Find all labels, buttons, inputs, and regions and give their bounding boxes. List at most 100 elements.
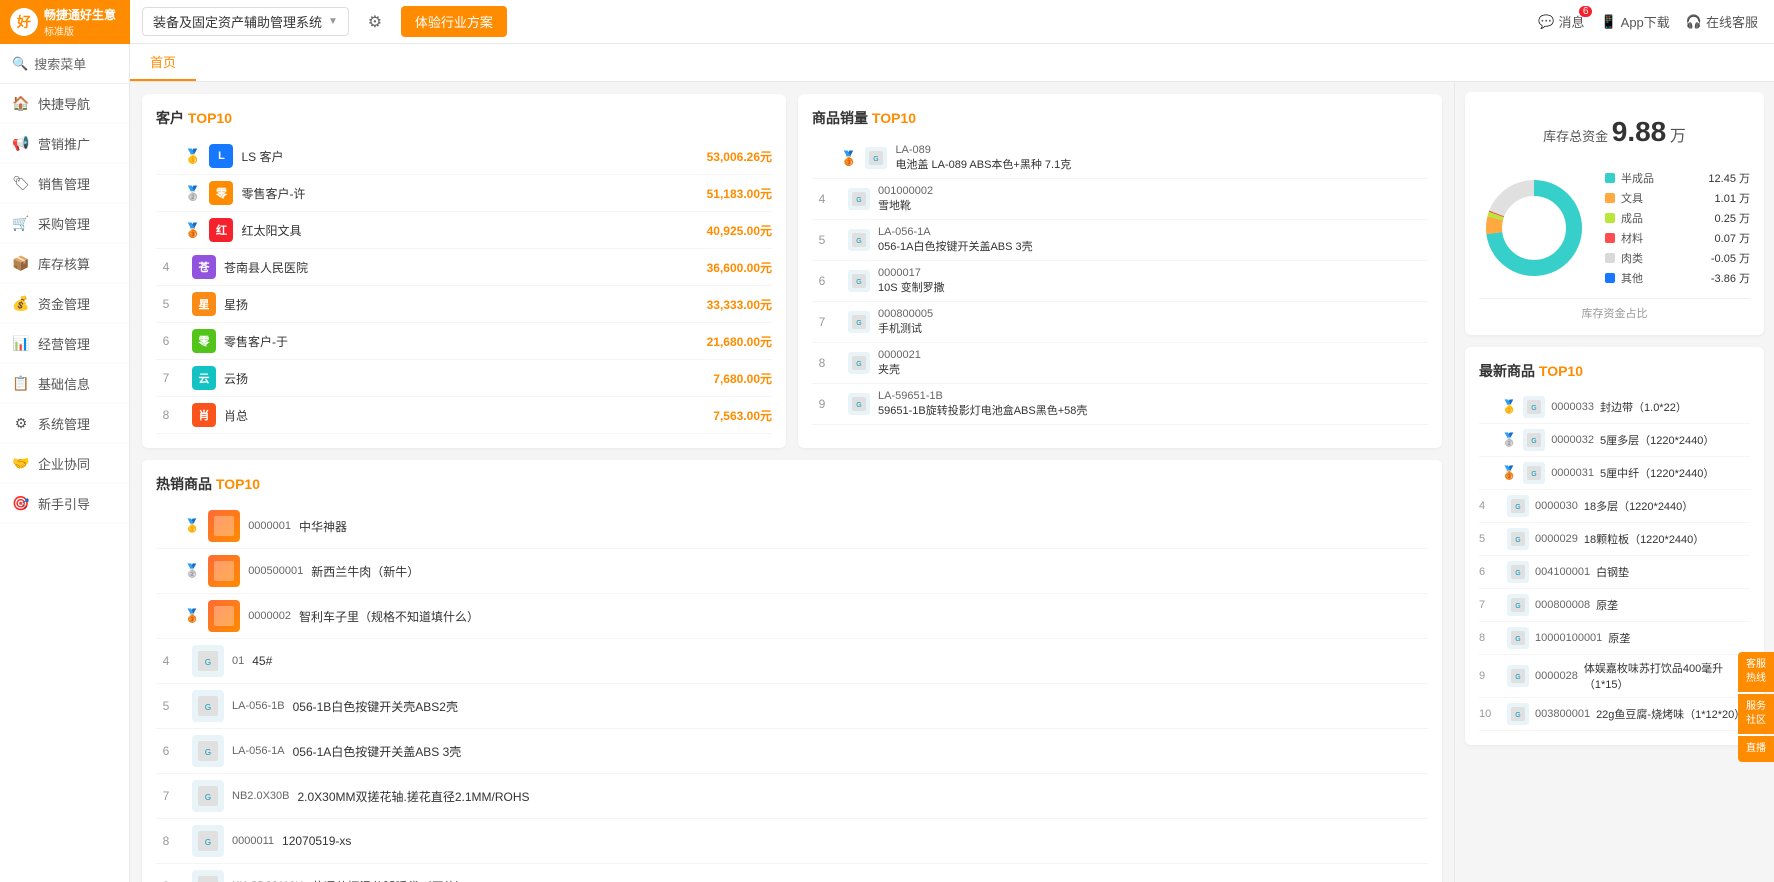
- sidebar-item-home[interactable]: 🏠 快捷导航: [0, 84, 129, 124]
- legend-item: 其他 -3.86 万: [1605, 268, 1750, 288]
- latest-products-title: 最新商品 TOP10: [1479, 361, 1583, 381]
- message-badge: 6: [1579, 6, 1593, 17]
- logo-area: 好 畅捷通好生意 标准版: [0, 0, 130, 44]
- rank-name: 苍南县人民医院: [224, 259, 699, 276]
- donut-chart-container: 半成品 12.45 万 文具 1.01 万 成品 0.25 万 材料 0.07 …: [1479, 158, 1750, 298]
- product-name: 18多层（1220*2440）: [1584, 498, 1750, 514]
- product-quantity-list: 🥉 G LA-089 电池盖 LA-089 ABS本色+黑种 7.1克 4 G …: [812, 138, 1428, 425]
- system-icon: ⚙: [12, 415, 30, 432]
- inventory-icon: 📦: [12, 255, 30, 272]
- settings-button[interactable]: ⚙: [361, 8, 389, 36]
- latest-product-row: 4 G 0000030 18多层（1220*2440）: [1479, 490, 1750, 523]
- product-img: G: [848, 188, 870, 210]
- rank-avatar: 云: [192, 366, 216, 390]
- sidebar-item-collab[interactable]: 🤝 企业协同: [0, 444, 129, 484]
- product-code: 0000032: [1551, 434, 1594, 446]
- sidebar-item-finance[interactable]: 💰 资金管理: [0, 284, 129, 324]
- product-name: 中华神器: [299, 518, 1428, 535]
- rank-number: 7: [156, 371, 176, 385]
- svg-text:G: G: [1531, 438, 1536, 445]
- chevron-down-icon: ▼: [328, 16, 338, 27]
- sidebar-item-operations[interactable]: 📊 经营管理: [0, 324, 129, 364]
- logo-icon: 好: [10, 8, 38, 36]
- sidebar-item-marketing[interactable]: 📢 营销推广: [0, 124, 129, 164]
- product-name: 056-1B白色按键开关壳ABS2壳: [293, 698, 1428, 715]
- hot-product-row: 4 G 01 45#: [156, 639, 1428, 684]
- finance-icon: 💰: [12, 295, 30, 312]
- rank-number: 4: [156, 260, 176, 274]
- system-selector[interactable]: 装备及固定资产辅助管理系统 ▼: [142, 7, 349, 36]
- svg-text:G: G: [1515, 504, 1520, 511]
- hot-product-row: 6 G LA-056-1A 056-1A白色按键开关盖ABS 3壳: [156, 729, 1428, 774]
- sidebar-search[interactable]: 🔍 搜索菜单: [0, 44, 129, 84]
- rank-row: 5 星 星扬 33,333.00元: [156, 286, 772, 323]
- sidebar: 🔍 搜索菜单 🏠 快捷导航 📢 营销推广 🏷 销售管理 🛒 采购管理 📦 库存核…: [0, 44, 130, 882]
- rank-value: 7,563.00元: [713, 407, 772, 424]
- svg-text:G: G: [205, 658, 211, 667]
- rank-avatar: 零: [209, 181, 233, 205]
- product-img: G: [848, 270, 870, 292]
- product-code: 0000001: [248, 520, 291, 532]
- product-code: 0000028: [1535, 670, 1578, 682]
- cs-live-button[interactable]: 直播: [1738, 736, 1774, 762]
- product-code: 0000017: [878, 267, 1428, 279]
- rank-medal: 🥈: [184, 563, 200, 579]
- product-img: G: [1523, 462, 1545, 484]
- rank-number: 8: [812, 356, 832, 370]
- sidebar-item-guide[interactable]: 🎯 新手引导: [0, 484, 129, 524]
- rank-number: 9: [1479, 670, 1495, 682]
- rank-number: 10: [1479, 708, 1495, 720]
- svg-text:G: G: [1515, 537, 1520, 544]
- rank-medal: 🥈: [1501, 432, 1517, 448]
- customer-rank-list: 🥇 L LS 客户 53,006.26元 🥈 零 零售客户-许 51,183.0…: [156, 138, 772, 434]
- sidebar-item-system[interactable]: ⚙ 系统管理: [0, 404, 129, 444]
- product-img: G: [192, 735, 224, 767]
- sidebar-item-sales[interactable]: 🏷 销售管理: [0, 164, 129, 204]
- rank-value: 33,333.00元: [707, 296, 772, 313]
- rank-avatar: 红: [209, 218, 233, 242]
- product-img: G: [1507, 561, 1529, 583]
- rank-row: 6 零 零售客户-于 21,680.00元: [156, 323, 772, 360]
- latest-product-row: 8 G 10000100001 原垄: [1479, 622, 1750, 655]
- legend-dot: [1605, 193, 1615, 203]
- rank-name: 肖总: [224, 407, 705, 424]
- tab-home[interactable]: 首页: [130, 44, 196, 81]
- rank-row: 7 云 云扬 7,680.00元: [156, 360, 772, 397]
- top-header: 好 畅捷通好生意 标准版 装备及固定资产辅助管理系统 ▼ ⚙ 体验行业方案 💬 …: [0, 0, 1774, 44]
- try-button[interactable]: 体验行业方案: [401, 6, 507, 37]
- rank-number: 8: [1479, 632, 1495, 644]
- rank-number: 4: [1479, 500, 1495, 512]
- app-download-button[interactable]: 📱 App下载: [1600, 12, 1669, 31]
- rank-medal: 🥉: [840, 150, 857, 167]
- cs-community-button[interactable]: 服务社区: [1738, 694, 1774, 734]
- message-button[interactable]: 💬 消息 6: [1538, 12, 1584, 31]
- product-name: 2.0X30MM双搓花轴.搓花直径2.1MM/ROHS: [297, 788, 1428, 805]
- rank-number: 7: [812, 315, 832, 329]
- tab-bar: 首页: [130, 44, 1774, 82]
- sidebar-item-purchase[interactable]: 🛒 采购管理: [0, 204, 129, 244]
- product-img: G: [848, 393, 870, 415]
- hot-products-list: 🥇 0000001 中华神器 🥈 000500001 新西兰牛肉（新牛） 🥉 0…: [156, 504, 1428, 882]
- home-icon: 🏠: [12, 95, 30, 112]
- logo-text: 畅捷通好生意 标准版: [44, 6, 116, 38]
- online-service-button[interactable]: 🎧 在线客服: [1686, 12, 1758, 31]
- product-name: 056-1A白色按键开关盖ABS 3壳: [293, 743, 1428, 760]
- legend-dot: [1605, 253, 1615, 263]
- latest-product-row: 6 G 004100001 白钢垫: [1479, 556, 1750, 589]
- rank-number: 6: [156, 334, 176, 348]
- sidebar-item-base-info[interactable]: 📋 基础信息: [0, 364, 129, 404]
- rank-row: 6 G 0000017 10S 变制罗撒: [812, 261, 1428, 302]
- legend-dot: [1605, 213, 1615, 223]
- rank-medal: 🥇: [184, 518, 200, 534]
- svg-text:G: G: [205, 703, 211, 712]
- product-img: G: [848, 311, 870, 333]
- legend-item: 材料 0.07 万: [1605, 228, 1750, 248]
- product-code: 0000029: [1535, 533, 1578, 545]
- sidebar-item-inventory[interactable]: 📦 库存核算: [0, 244, 129, 284]
- headset-icon: 🎧: [1686, 14, 1702, 30]
- right-panel: 库存总资金 9.88 万: [1454, 82, 1774, 882]
- product-name: 雪地靴: [878, 197, 1428, 213]
- hot-product-row: 🥉 0000002 智利车子里（规格不知道填什么）: [156, 594, 1428, 639]
- cs-hotline-button[interactable]: 客服热线: [1738, 652, 1774, 692]
- purchase-icon: 🛒: [12, 215, 30, 232]
